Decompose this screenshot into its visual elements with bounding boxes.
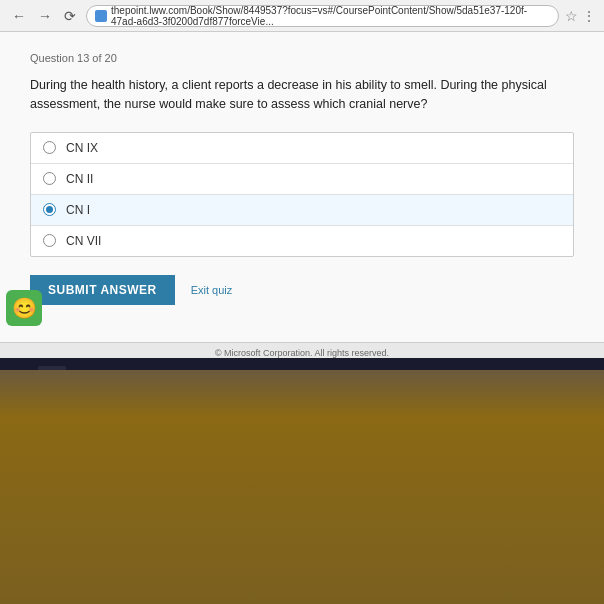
refresh-button[interactable]: ⟳ bbox=[60, 6, 80, 26]
option-c-label: CN I bbox=[66, 203, 90, 217]
option-d-label: CN VII bbox=[66, 234, 101, 248]
radio-b bbox=[43, 172, 56, 185]
option-a[interactable]: CN IX bbox=[31, 133, 573, 164]
options-container: CN IX CN II CN I CN VII bbox=[30, 132, 574, 257]
option-b-label: CN II bbox=[66, 172, 93, 186]
laptop-body: esc f1 f2 f3 f4 f5 f6 f7 f8 f9 f10 del ~… bbox=[0, 370, 604, 604]
option-c[interactable]: CN I bbox=[31, 195, 573, 226]
forward-button[interactable]: → bbox=[34, 6, 56, 26]
url-text: thepoint.lww.com/Book/Show/8449537?focus… bbox=[111, 5, 550, 27]
laptop-screen: ← → ⟳ thepoint.lww.com/Book/Show/8449537… bbox=[0, 0, 604, 375]
option-b[interactable]: CN II bbox=[31, 164, 573, 195]
radio-c-fill bbox=[46, 206, 53, 213]
smiley-icon: 😊 bbox=[12, 296, 37, 320]
actions-row: SUBMIT ANSWER Exit quiz bbox=[30, 275, 574, 305]
green-widget[interactable]: 😊 bbox=[6, 290, 42, 326]
browser-chrome: ← → ⟳ thepoint.lww.com/Book/Show/8449537… bbox=[0, 0, 604, 32]
back-button[interactable]: ← bbox=[8, 6, 30, 26]
status-text: © Microsoft Corporation. All rights rese… bbox=[215, 348, 389, 358]
radio-d bbox=[43, 234, 56, 247]
bookmark-icon[interactable]: ☆ bbox=[565, 8, 578, 24]
option-d[interactable]: CN VII bbox=[31, 226, 573, 256]
browser-content: Question 13 of 20 During the health hist… bbox=[0, 32, 604, 342]
menu-icon[interactable]: ⋮ bbox=[582, 8, 596, 24]
option-a-label: CN IX bbox=[66, 141, 98, 155]
submit-button[interactable]: SUBMIT ANSWER bbox=[30, 275, 175, 305]
radio-a bbox=[43, 141, 56, 154]
exit-quiz-link[interactable]: Exit quiz bbox=[191, 284, 233, 296]
question-number: Question 13 of 20 bbox=[30, 52, 574, 64]
question-text: During the health history, a client repo… bbox=[30, 76, 574, 114]
favicon-icon bbox=[95, 10, 107, 22]
address-bar[interactable]: thepoint.lww.com/Book/Show/8449537?focus… bbox=[86, 5, 559, 27]
radio-c bbox=[43, 203, 56, 216]
